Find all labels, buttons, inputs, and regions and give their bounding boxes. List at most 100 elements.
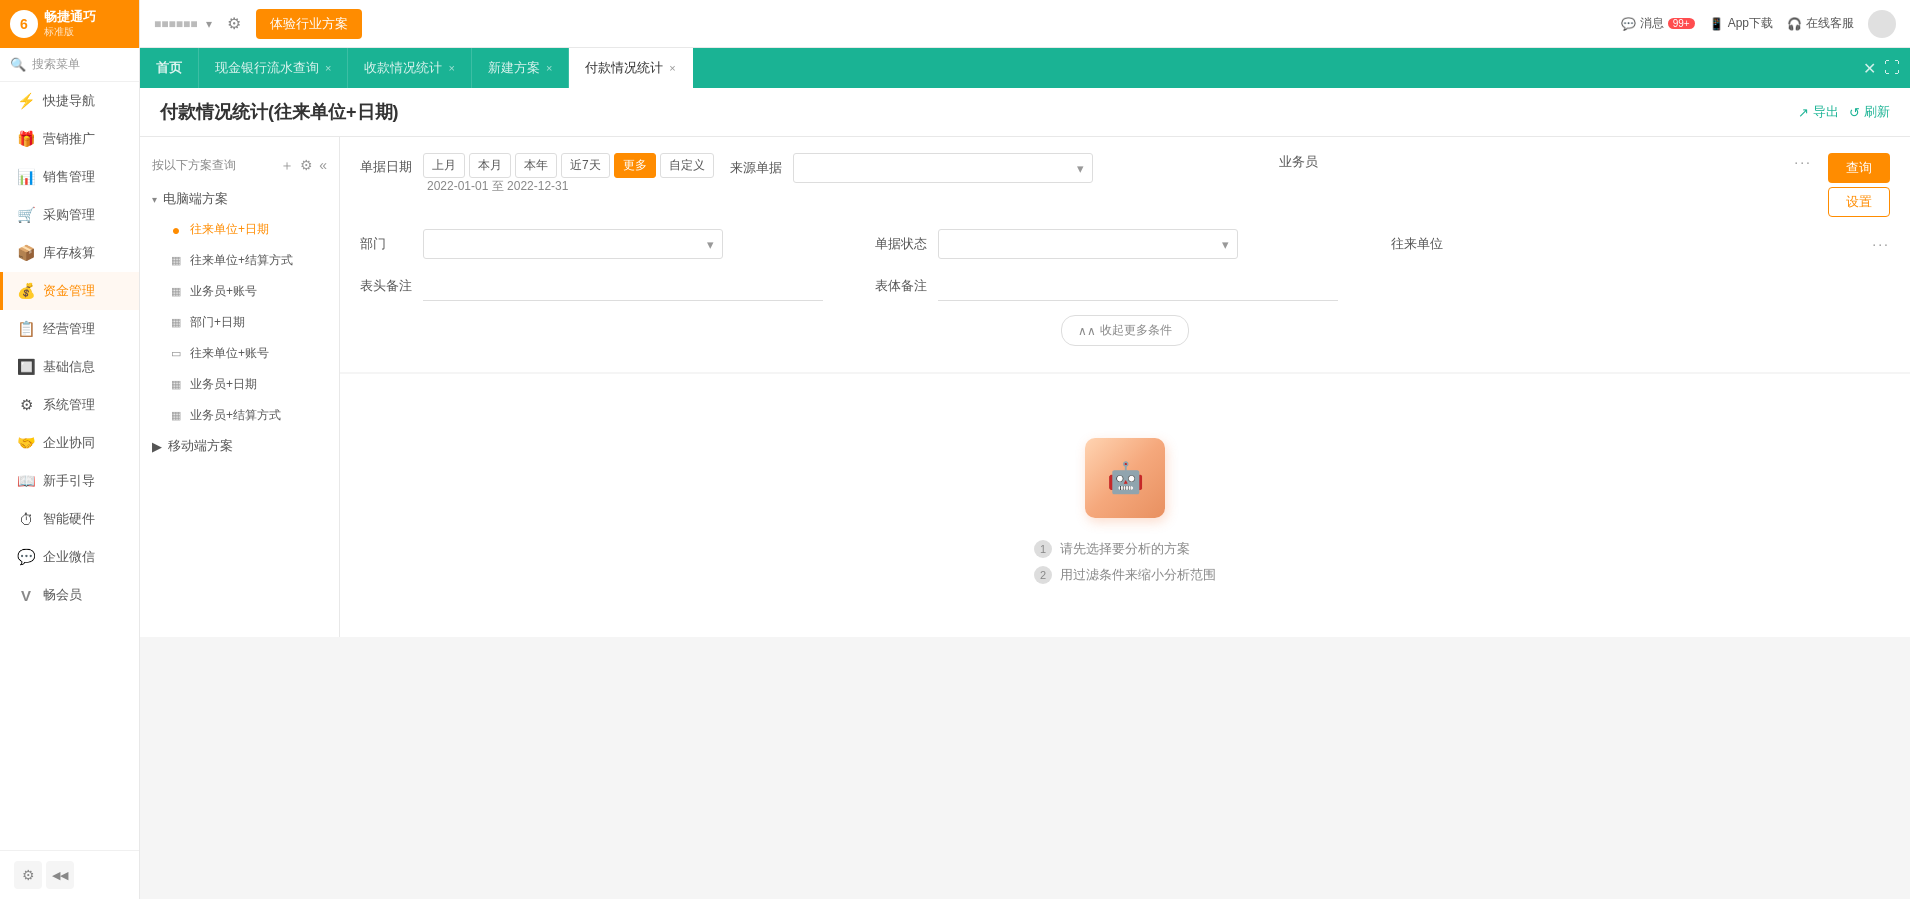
sidebar-item-label: 智能硬件 [43, 510, 95, 528]
header-note-input[interactable] [423, 271, 823, 301]
tab-new-scheme-close-icon[interactable]: × [546, 62, 552, 74]
sidebar-item-purchase[interactable]: 🛒 采购管理 [0, 196, 139, 234]
sidebar-item-label: 库存核算 [43, 244, 95, 262]
date-btn-this-year[interactable]: 本年 [515, 153, 557, 178]
sidebar-item-quick-nav[interactable]: ⚡ 快捷导航 [0, 82, 139, 120]
header-note-label: 表头备注 [360, 277, 415, 295]
marketing-icon: 🎁 [17, 130, 35, 148]
plan-item-dept-date[interactable]: ▦ 部门+日期 [140, 307, 339, 338]
date-btn-more[interactable]: 更多 [614, 153, 656, 178]
sidebar-item-hardware[interactable]: ⏱ 智能硬件 [0, 500, 139, 538]
settings-bottom-btn[interactable]: ⚙ [14, 861, 42, 889]
refresh-button[interactable]: ↺ 刷新 [1849, 103, 1890, 121]
tab-payment-stat[interactable]: 付款情况统计 × [569, 48, 692, 88]
collapse-conditions-button[interactable]: ∧∧ 收起更多条件 [1061, 315, 1189, 346]
plan-item-counterpart-settle[interactable]: ▦ 往来单位+结算方式 [140, 245, 339, 276]
tab-home-label: 首页 [156, 59, 182, 77]
empty-tip-1: 1 请先选择要分析的方案 [1034, 540, 1216, 558]
gear-scheme-icon[interactable]: ⚙ [300, 157, 313, 175]
sidebar-item-system[interactable]: ⚙ 系统管理 [0, 386, 139, 424]
sales-icon: 📊 [17, 168, 35, 186]
sidebar-item-label: 基础信息 [43, 358, 95, 376]
plan-item-staff-account[interactable]: ▦ 业务员+账号 [140, 276, 339, 307]
sidebar-item-capital[interactable]: 💰 资金管理 [0, 272, 139, 310]
tab-payment-close-icon[interactable]: × [669, 62, 675, 74]
sidebar-item-inventory[interactable]: 📦 库存核算 [0, 234, 139, 272]
sidebar-item-sales[interactable]: 📊 销售管理 [0, 158, 139, 196]
sidebar-nav: ⚡ 快捷导航 🎁 营销推广 📊 销售管理 🛒 采购管理 📦 库存核算 💰 资金管… [0, 82, 139, 850]
plan-item-counterpart-account[interactable]: ▭ 往来单位+账号 [140, 338, 339, 369]
topbar-gear-icon[interactable]: ⚙ [220, 10, 248, 38]
collapse-label: 收起更多条件 [1100, 322, 1172, 339]
export-label: 导出 [1813, 103, 1839, 121]
plan-icon: ▦ [168, 253, 184, 269]
dept-select[interactable]: ▾ [423, 229, 723, 259]
desktop-group-title[interactable]: ▾ 电脑端方案 [140, 184, 339, 214]
sidebar-item-marketing[interactable]: 🎁 营销推广 [0, 120, 139, 158]
sidebar-bottom: ⚙ ◀◀ [0, 850, 139, 899]
group-arrow-icon: ▾ [152, 194, 157, 205]
counterpart-label: 往来单位 [1391, 235, 1446, 253]
tab-bank-close-icon[interactable]: × [325, 62, 331, 74]
collapse-sidebar-btn[interactable]: ◀◀ [46, 861, 74, 889]
tab-income-close-icon[interactable]: × [448, 62, 454, 74]
plan-icon: ▦ [168, 377, 184, 393]
page: 付款情况统计(往来单位+日期) ↗ 导出 ↺ 刷新 按以下方案查询 ＋ [140, 88, 1910, 899]
tab-income-stat[interactable]: 收款情况统计 × [348, 48, 471, 88]
sidebar-item-basic[interactable]: 🔲 基础信息 [0, 348, 139, 386]
date-btn-last7[interactable]: 近7天 [561, 153, 610, 178]
sidebar-item-enterprise[interactable]: 🤝 企业协同 [0, 424, 139, 462]
message-action[interactable]: 💬 消息 99+ [1621, 15, 1695, 32]
source-select[interactable]: ▾ [793, 153, 1093, 183]
tab-home[interactable]: 首页 [140, 48, 199, 88]
trial-button[interactable]: 体验行业方案 [256, 9, 362, 39]
doc-status-select[interactable]: ▾ [938, 229, 1238, 259]
body-note-label: 表体备注 [875, 277, 930, 295]
tab-close-all-icon[interactable]: ✕ [1863, 59, 1876, 78]
sidebar-item-label: 企业微信 [43, 548, 95, 566]
inventory-icon: 📦 [17, 244, 35, 262]
service-action[interactable]: 🎧 在线客服 [1787, 15, 1854, 32]
desktop-plan-group: ▾ 电脑端方案 ● 往来单位+日期 ▦ 往来单位+结算方式 ▦ 业务员+账号 [140, 184, 339, 431]
dept-label: 部门 [360, 235, 415, 253]
user-avatar[interactable] [1868, 10, 1896, 38]
sidebar-item-operation[interactable]: 📋 经营管理 [0, 310, 139, 348]
topbar: ■■■■■■ ▾ ⚙ 体验行业方案 💬 消息 99+ 📱 App下载 🎧 在线客… [140, 0, 1910, 48]
purchase-icon: 🛒 [17, 206, 35, 224]
staff-dots-btn[interactable]: ··· [1794, 154, 1812, 170]
app-download-action[interactable]: 📱 App下载 [1709, 15, 1773, 32]
sidebar-item-member[interactable]: V 畅会员 [0, 576, 139, 614]
sidebar-item-guide[interactable]: 📖 新手引导 [0, 462, 139, 500]
dropdown-arrow-icon[interactable]: ▾ [206, 17, 212, 31]
search-label: 搜索菜单 [32, 56, 80, 73]
add-scheme-icon[interactable]: ＋ [280, 157, 294, 175]
plan-item-staff-settle[interactable]: ▦ 业务员+结算方式 [140, 400, 339, 431]
query-button[interactable]: 查询 [1828, 153, 1890, 183]
export-button[interactable]: ↗ 导出 [1798, 103, 1839, 121]
member-icon: V [17, 586, 35, 604]
date-btn-this-month[interactable]: 本月 [469, 153, 511, 178]
tab-new-scheme[interactable]: 新建方案 × [472, 48, 569, 88]
tab-expand-icon[interactable]: ⛶ [1884, 59, 1900, 77]
plan-item-counterpart-date[interactable]: ● 往来单位+日期 [140, 214, 339, 245]
plan-label: 业务员+账号 [190, 283, 257, 300]
plan-label: 往来单位+账号 [190, 345, 269, 362]
collapse-panel-icon[interactable]: « [319, 157, 327, 175]
counterpart-dots-btn[interactable]: ··· [1872, 236, 1890, 252]
empty-state: 🤖 1 请先选择要分析的方案 2 用过滤条件来缩小分析范围 [340, 374, 1910, 637]
plan-item-staff-date[interactable]: ▦ 业务员+日期 [140, 369, 339, 400]
sidebar-item-wechat[interactable]: 💬 企业微信 [0, 538, 139, 576]
tab-bank[interactable]: 现金银行流水查询 × [199, 48, 348, 88]
plan-icon: ▭ [168, 346, 184, 362]
sidebar-search[interactable]: 🔍 搜索菜单 [0, 48, 139, 82]
sidebar-item-label: 畅会员 [43, 586, 82, 604]
date-btn-last-month[interactable]: 上月 [423, 153, 465, 178]
sidebar-item-label: 资金管理 [43, 282, 95, 300]
sidebar: 6 畅捷通巧 标准版 🔍 搜索菜单 ⚡ 快捷导航 🎁 营销推广 📊 销售管理 🛒… [0, 0, 140, 899]
body-note-input[interactable] [938, 271, 1338, 301]
mobile-group-title[interactable]: ▶ 移动端方案 [140, 431, 339, 461]
date-btn-custom[interactable]: 自定义 [660, 153, 714, 178]
logo-name: 畅捷通巧 [44, 9, 96, 25]
settings-button[interactable]: 设置 [1828, 187, 1890, 217]
panel-header: 按以下方案查询 ＋ ⚙ « [140, 147, 339, 184]
